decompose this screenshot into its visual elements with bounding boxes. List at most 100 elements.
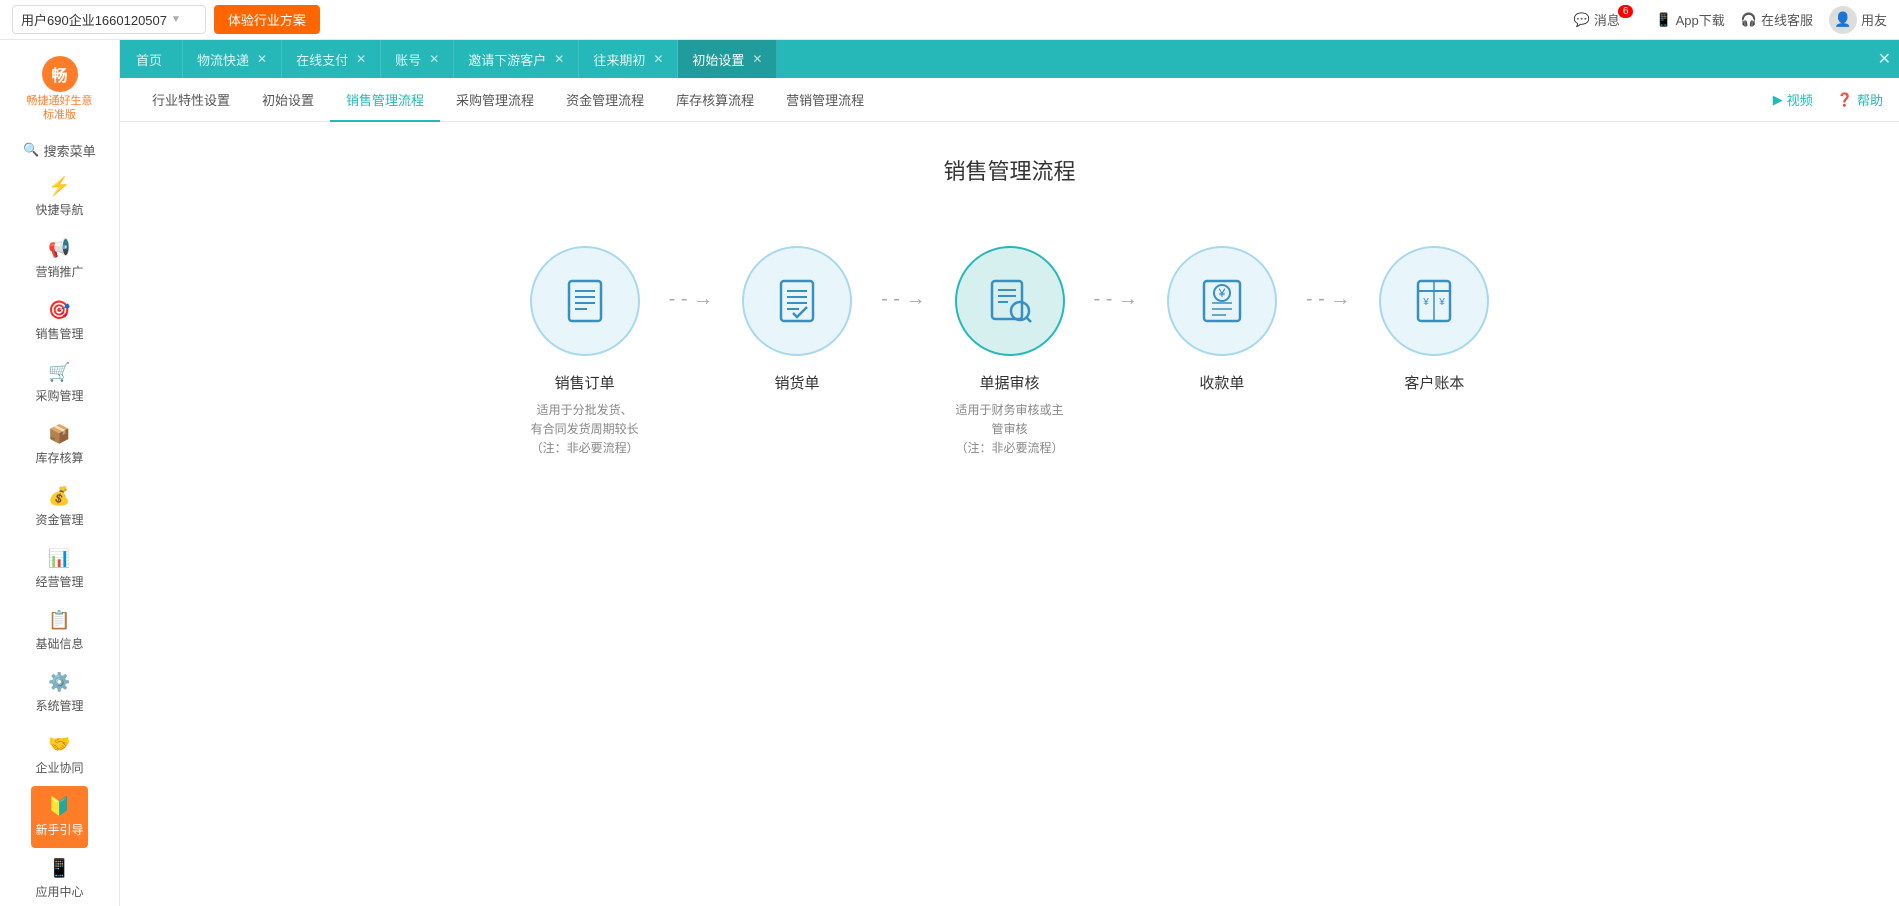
nav-tab-close-period-init[interactable]: ✕ [653, 52, 663, 66]
nav-tab-period-init[interactable]: 往来期初✕ [579, 40, 678, 78]
sidebar-item-inventory[interactable]: 📦 库存核算 [31, 414, 87, 476]
sub-tabs-items: 行业特性设置 初始设置销售管理流程采购管理流程资金管理流程库存核算流程营销管理流程 [136, 78, 880, 122]
sidebar-item-business-mgmt[interactable]: 📊经营管理 [31, 538, 87, 600]
nav-tab-logistics[interactable]: 物流快递 ✕ [183, 40, 282, 78]
flow-arrow-2: - - → [881, 246, 925, 311]
flow-arrow-3: - - → [1094, 246, 1138, 311]
sidebar-item-sales-mgmt[interactable]: 🎯销售管理 [31, 290, 87, 352]
flow-circle-sales-invoice [742, 246, 852, 356]
flow-circle-customer-ledger: ¥ ¥ [1379, 246, 1489, 356]
logo-text-line1: 畅捷通好生意 [27, 94, 93, 108]
user-menu-btn[interactable]: 👤 用友 [1829, 6, 1887, 34]
page-content: 销售管理流程 销售订单适用于分批发货、有合同发货周期较长（注：非必要流程） - -… [120, 122, 1899, 491]
nav-tab-account[interactable]: 账号 ✕ [381, 40, 454, 78]
close-all-tabs-btn[interactable]: ✕ [1878, 49, 1891, 69]
user-selector[interactable]: 用户690企业1660120507 ▼ [12, 5, 206, 34]
flow-name-receipt: 收款单 [1199, 372, 1244, 393]
sub-tab-inventory-flow[interactable]: 库存核算流程 [660, 78, 770, 122]
flow-item-receipt[interactable]: ¥ ¥ 收款单 [1142, 246, 1302, 401]
nav-tab-label-home: 首页 [136, 50, 162, 69]
service-label: 在线客服 [1761, 10, 1813, 29]
nav-tab-invite[interactable]: 邀请下游客户 ✕ [454, 40, 579, 78]
sidebar-search[interactable]: 🔍 搜索菜单 [0, 135, 119, 166]
enterprise-collab-icon: 🤝 [48, 734, 70, 755]
sidebar-item-system-mgmt[interactable]: ⚙️系统管理 [31, 662, 87, 724]
svg-text:¥: ¥ [1218, 286, 1226, 300]
sub-tab-label-industry: 行业特性设置 [152, 90, 230, 109]
nav-tab-label-logistics: 物流快递 [197, 50, 249, 69]
dropdown-arrow-icon: ▼ [171, 14, 181, 25]
sub-tab-industry[interactable]: 行业特性设置 [136, 78, 246, 122]
sub-tab-purchase-flow[interactable]: 采购管理流程 [440, 78, 550, 122]
nav-tab-close-payment[interactable]: ✕ [356, 52, 366, 66]
nav-tab-label-invite: 邀请下游客户 [468, 50, 546, 69]
nav-tab-label-account: 账号 [395, 50, 421, 69]
sidebar-item-app-center[interactable]: 📱应用中心 [31, 848, 87, 906]
logo-text-line2: 标准版 [27, 108, 93, 122]
flow-circle-doc-review [955, 246, 1065, 356]
sub-tab-label-init: 初始设置 [262, 90, 314, 109]
sub-tab-fund-flow[interactable]: 资金管理流程 [550, 78, 660, 122]
message-btn[interactable]: 💬 消息 6 [1574, 10, 1640, 29]
flow-name-sales-invoice: 销货单 [775, 372, 820, 393]
purchase-mgmt-icon: 🛒 [48, 362, 70, 383]
help-link[interactable]: ❓ 帮助 [1837, 90, 1883, 109]
nav-tab-payment[interactable]: 在线支付 ✕ [282, 40, 381, 78]
message-badge: 6 [1618, 5, 1634, 18]
sidebar: 畅 畅捷通好生意 标准版 🔍 搜索菜单 ⚡快捷导航 📢 营销推广 🎯销售管理 🛒 采购管理… [0, 40, 120, 906]
new-guide-icon: 🔰 [48, 796, 70, 817]
try-button[interactable]: 体验行业方案 [214, 5, 320, 34]
sub-tab-label-inventory-flow: 库存核算流程 [676, 90, 754, 109]
video-link[interactable]: ▶ 视频 [1773, 90, 1813, 109]
sidebar-item-fund-mgmt[interactable]: 💰 资金管理 [31, 476, 87, 538]
sidebar-item-basic-info[interactable]: 📋基础信息 [31, 600, 87, 662]
help-icon: ❓ [1837, 92, 1853, 108]
top-bar-left: 用户690企业1660120507 ▼ 体验行业方案 [12, 5, 320, 34]
sidebar-logo[interactable]: 畅 畅捷通好生意 标准版 [27, 48, 93, 135]
flow-diagram: 销售订单适用于分批发货、有合同发货周期较长（注：非必要流程） - - → 销货单 -… [152, 246, 1867, 459]
flow-item-customer-ledger[interactable]: ¥ ¥ 客户账本 [1354, 246, 1514, 401]
sub-tab-init[interactable]: 初始设置 [246, 78, 330, 122]
inventory-label: 库存核算 [35, 449, 83, 466]
sidebar-item-enterprise-collab[interactable]: 🤝 企业协同 [31, 724, 87, 786]
main: 首页物流快递✕在线支付✕账号✕邀请下游客户✕往来期初✕初始设置✕ ✕ 行业特性设… [120, 40, 1899, 906]
business-mgmt-icon: 📊 [48, 548, 70, 569]
nav-tab-close-logistics[interactable]: ✕ [257, 52, 267, 66]
sidebar-item-purchase-mgmt[interactable]: 🛒 采购管理 [31, 352, 87, 414]
sub-tab-marketing-flow[interactable]: 营销管理流程 [770, 78, 880, 122]
online-service-btn[interactable]: 🎧 在线客服 [1741, 10, 1813, 29]
nav-tab-label-payment: 在线支付 [296, 50, 348, 69]
top-bar-right: 💬 消息 6 📱 App下载 🎧 在线客服 👤 用友 [1574, 6, 1887, 34]
nav-tab-label-init-settings: 初始设置 [692, 50, 744, 69]
flow-item-sales-invoice[interactable]: 销货单 [717, 246, 877, 401]
video-icon: ▶ [1773, 92, 1783, 108]
enterprise-collab-label: 企业协同 [35, 759, 83, 776]
system-mgmt-label: 系统管理 [35, 697, 83, 714]
flow-circle-receipt: ¥ ¥ [1167, 246, 1277, 356]
flow-item-doc-review[interactable]: 单据审核适用于财务审核或主管审核（注：非必要流程） [930, 246, 1090, 459]
fund-mgmt-label: 资金管理 [35, 511, 83, 528]
svg-text:¥: ¥ [1439, 297, 1446, 308]
video-label: 视频 [1787, 90, 1813, 109]
layout: 畅 畅捷通好生意 标准版 🔍 搜索菜单 ⚡快捷导航 📢 营销推广 🎯销售管理 🛒 采购管理… [0, 40, 1899, 906]
sub-tab-sales-flow[interactable]: 销售管理流程 [330, 78, 440, 122]
nav-tabs-items: 首页物流快递✕在线支付✕账号✕邀请下游客户✕往来期初✕初始设置✕ [128, 40, 777, 78]
page-title: 销售管理流程 [152, 154, 1867, 186]
sidebar-item-marketing-promo[interactable]: 📢 营销推广 [31, 228, 87, 290]
marketing-promo-label: 营销推广 [35, 263, 83, 280]
app-download-btn[interactable]: 📱 App下载 [1655, 10, 1724, 29]
purchase-mgmt-label: 采购管理 [35, 387, 83, 404]
nav-tab-close-invite[interactable]: ✕ [554, 52, 564, 66]
flow-circle-sales-order [530, 246, 640, 356]
nav-tab-home[interactable]: 首页 [128, 40, 183, 78]
flow-item-sales-order[interactable]: 销售订单适用于分批发货、有合同发货周期较长（注：非必要流程） [505, 246, 665, 459]
sidebar-item-new-guide[interactable]: 🔰新手引导 [31, 786, 87, 848]
nav-tab-close-init-settings[interactable]: ✕ [752, 52, 762, 66]
marketing-promo-icon: 📢 [48, 238, 70, 259]
nav-tab-init-settings[interactable]: 初始设置 ✕ [678, 40, 777, 78]
nav-tab-close-account[interactable]: ✕ [429, 52, 439, 66]
quick-nav-icon: ⚡ [48, 176, 70, 197]
sidebar-item-quick-nav[interactable]: ⚡快捷导航 [31, 166, 87, 228]
fund-mgmt-icon: 💰 [48, 486, 70, 507]
inventory-icon: 📦 [48, 424, 70, 445]
